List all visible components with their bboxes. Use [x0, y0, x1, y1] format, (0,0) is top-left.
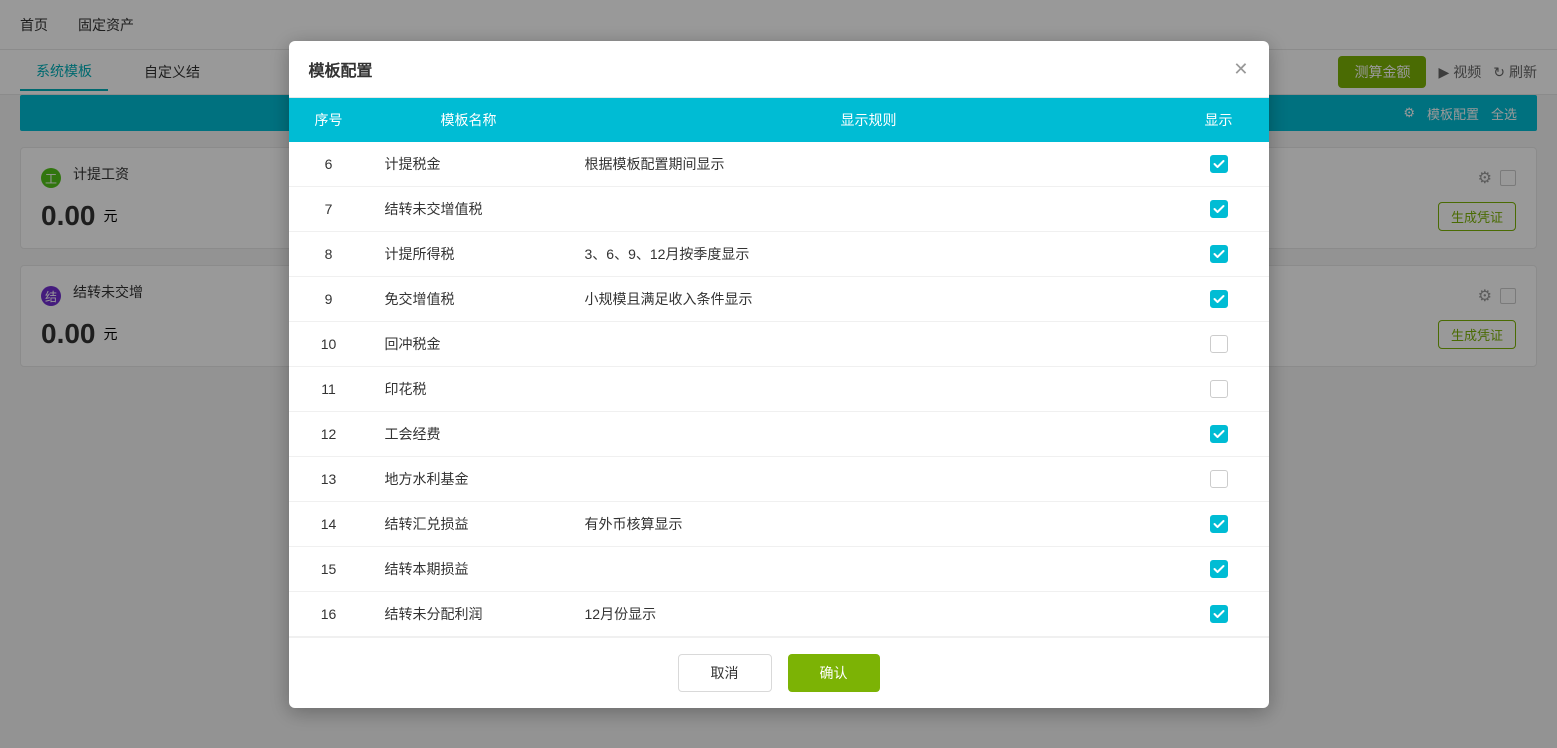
- cell-rule-0: 根据模板配置期间显示: [569, 142, 1169, 187]
- cell-show-10: [1169, 591, 1269, 636]
- checkbox-wrap-7[interactable]: [1185, 470, 1253, 488]
- cell-seq-3: 9: [289, 276, 369, 321]
- cell-rule-7: [569, 456, 1169, 501]
- cell-rule-9: [569, 546, 1169, 591]
- checkbox-wrap-8[interactable]: [1185, 515, 1253, 533]
- cell-show-4: [1169, 321, 1269, 366]
- cell-name-2: 计提所得税: [369, 231, 569, 276]
- cell-name-7: 地方水利基金: [369, 456, 569, 501]
- cell-rule-5: [569, 366, 1169, 411]
- th-rule: 显示规则: [569, 98, 1169, 142]
- cell-show-6: [1169, 411, 1269, 456]
- cell-rule-10: 12月份显示: [569, 591, 1169, 636]
- checkbox-wrap-10[interactable]: [1185, 605, 1253, 623]
- cell-rule-8: 有外币核算显示: [569, 501, 1169, 546]
- cell-rule-4: [569, 321, 1169, 366]
- confirm-button[interactable]: 确认: [788, 654, 880, 692]
- table-row: 15结转本期损益: [289, 546, 1269, 591]
- cell-name-1: 结转未交增值税: [369, 186, 569, 231]
- table-row: 11印花税: [289, 366, 1269, 411]
- checkbox-wrap-4[interactable]: [1185, 335, 1253, 353]
- th-seq: 序号: [289, 98, 369, 142]
- table-row: 7结转未交增值税: [289, 186, 1269, 231]
- cell-seq-1: 7: [289, 186, 369, 231]
- cancel-button[interactable]: 取消: [678, 654, 772, 692]
- cell-rule-3: 小规模且满足收入条件显示: [569, 276, 1169, 321]
- checkbox-checked-2[interactable]: [1210, 245, 1228, 263]
- cell-name-8: 结转汇兑损益: [369, 501, 569, 546]
- table-row: 9免交增值税小规模且满足收入条件显示: [289, 276, 1269, 321]
- checkbox-wrap-6[interactable]: [1185, 425, 1253, 443]
- modal-body: 序号 模板名称 显示规则 显示 6计提税金根据模板配置期间显示7结转未交增值税8…: [289, 98, 1269, 637]
- modal-overlay: 模板配置 ✕ 序号 模板名称 显示规则 显示 6计提税金根据模板配置期间显示7结…: [0, 0, 1557, 748]
- cell-show-1: [1169, 186, 1269, 231]
- checkbox-checked-0[interactable]: [1210, 155, 1228, 173]
- cell-name-5: 印花税: [369, 366, 569, 411]
- cell-show-8: [1169, 501, 1269, 546]
- th-name: 模板名称: [369, 98, 569, 142]
- table-row: 13地方水利基金: [289, 456, 1269, 501]
- cell-seq-4: 10: [289, 321, 369, 366]
- checkbox-wrap-9[interactable]: [1185, 560, 1253, 578]
- cell-seq-2: 8: [289, 231, 369, 276]
- table-body: 6计提税金根据模板配置期间显示7结转未交增值税8计提所得税3、6、9、12月按季…: [289, 142, 1269, 637]
- cell-seq-6: 12: [289, 411, 369, 456]
- table-row: 10回冲税金: [289, 321, 1269, 366]
- cell-name-4: 回冲税金: [369, 321, 569, 366]
- table-row: 6计提税金根据模板配置期间显示: [289, 142, 1269, 187]
- modal-title: 模板配置: [309, 57, 373, 81]
- config-table: 序号 模板名称 显示规则 显示 6计提税金根据模板配置期间显示7结转未交增值税8…: [289, 98, 1269, 637]
- checkbox-checked-6[interactable]: [1210, 425, 1228, 443]
- checkbox-checked-3[interactable]: [1210, 290, 1228, 308]
- cell-show-3: [1169, 276, 1269, 321]
- checkbox-wrap-2[interactable]: [1185, 245, 1253, 263]
- checkbox-checked-1[interactable]: [1210, 200, 1228, 218]
- checkbox-checked-10[interactable]: [1210, 605, 1228, 623]
- checkbox-unchecked-7[interactable]: [1210, 470, 1228, 488]
- checkbox-wrap-1[interactable]: [1185, 200, 1253, 218]
- checkbox-checked-8[interactable]: [1210, 515, 1228, 533]
- cell-show-7: [1169, 456, 1269, 501]
- cell-show-2: [1169, 231, 1269, 276]
- modal-template-config: 模板配置 ✕ 序号 模板名称 显示规则 显示 6计提税金根据模板配置期间显示7结…: [289, 41, 1269, 708]
- cell-name-3: 免交增值税: [369, 276, 569, 321]
- table-header: 序号 模板名称 显示规则 显示: [289, 98, 1269, 142]
- cell-seq-0: 6: [289, 142, 369, 187]
- table-row: 8计提所得税3、6、9、12月按季度显示: [289, 231, 1269, 276]
- checkbox-wrap-0[interactable]: [1185, 155, 1253, 173]
- table-row: 14结转汇兑损益有外币核算显示: [289, 501, 1269, 546]
- checkbox-unchecked-5[interactable]: [1210, 380, 1228, 398]
- cell-rule-2: 3、6、9、12月按季度显示: [569, 231, 1169, 276]
- cell-rule-1: [569, 186, 1169, 231]
- table-row: 12工会经费: [289, 411, 1269, 456]
- cell-name-0: 计提税金: [369, 142, 569, 187]
- cell-show-9: [1169, 546, 1269, 591]
- modal-footer: 取消 确认: [289, 637, 1269, 708]
- cell-seq-10: 16: [289, 591, 369, 636]
- cell-seq-8: 14: [289, 501, 369, 546]
- cell-show-0: [1169, 142, 1269, 187]
- checkbox-unchecked-4[interactable]: [1210, 335, 1228, 353]
- modal-header: 模板配置 ✕: [289, 41, 1269, 98]
- cell-name-10: 结转未分配利润: [369, 591, 569, 636]
- cell-rule-6: [569, 411, 1169, 456]
- checkbox-wrap-3[interactable]: [1185, 290, 1253, 308]
- cell-name-6: 工会经费: [369, 411, 569, 456]
- table-row: 16结转未分配利润12月份显示: [289, 591, 1269, 636]
- checkbox-wrap-5[interactable]: [1185, 380, 1253, 398]
- th-show: 显示: [1169, 98, 1269, 142]
- cell-seq-5: 11: [289, 366, 369, 411]
- modal-close-button[interactable]: ✕: [1233, 60, 1248, 78]
- cell-seq-7: 13: [289, 456, 369, 501]
- cell-name-9: 结转本期损益: [369, 546, 569, 591]
- cell-show-5: [1169, 366, 1269, 411]
- cell-seq-9: 15: [289, 546, 369, 591]
- checkbox-checked-9[interactable]: [1210, 560, 1228, 578]
